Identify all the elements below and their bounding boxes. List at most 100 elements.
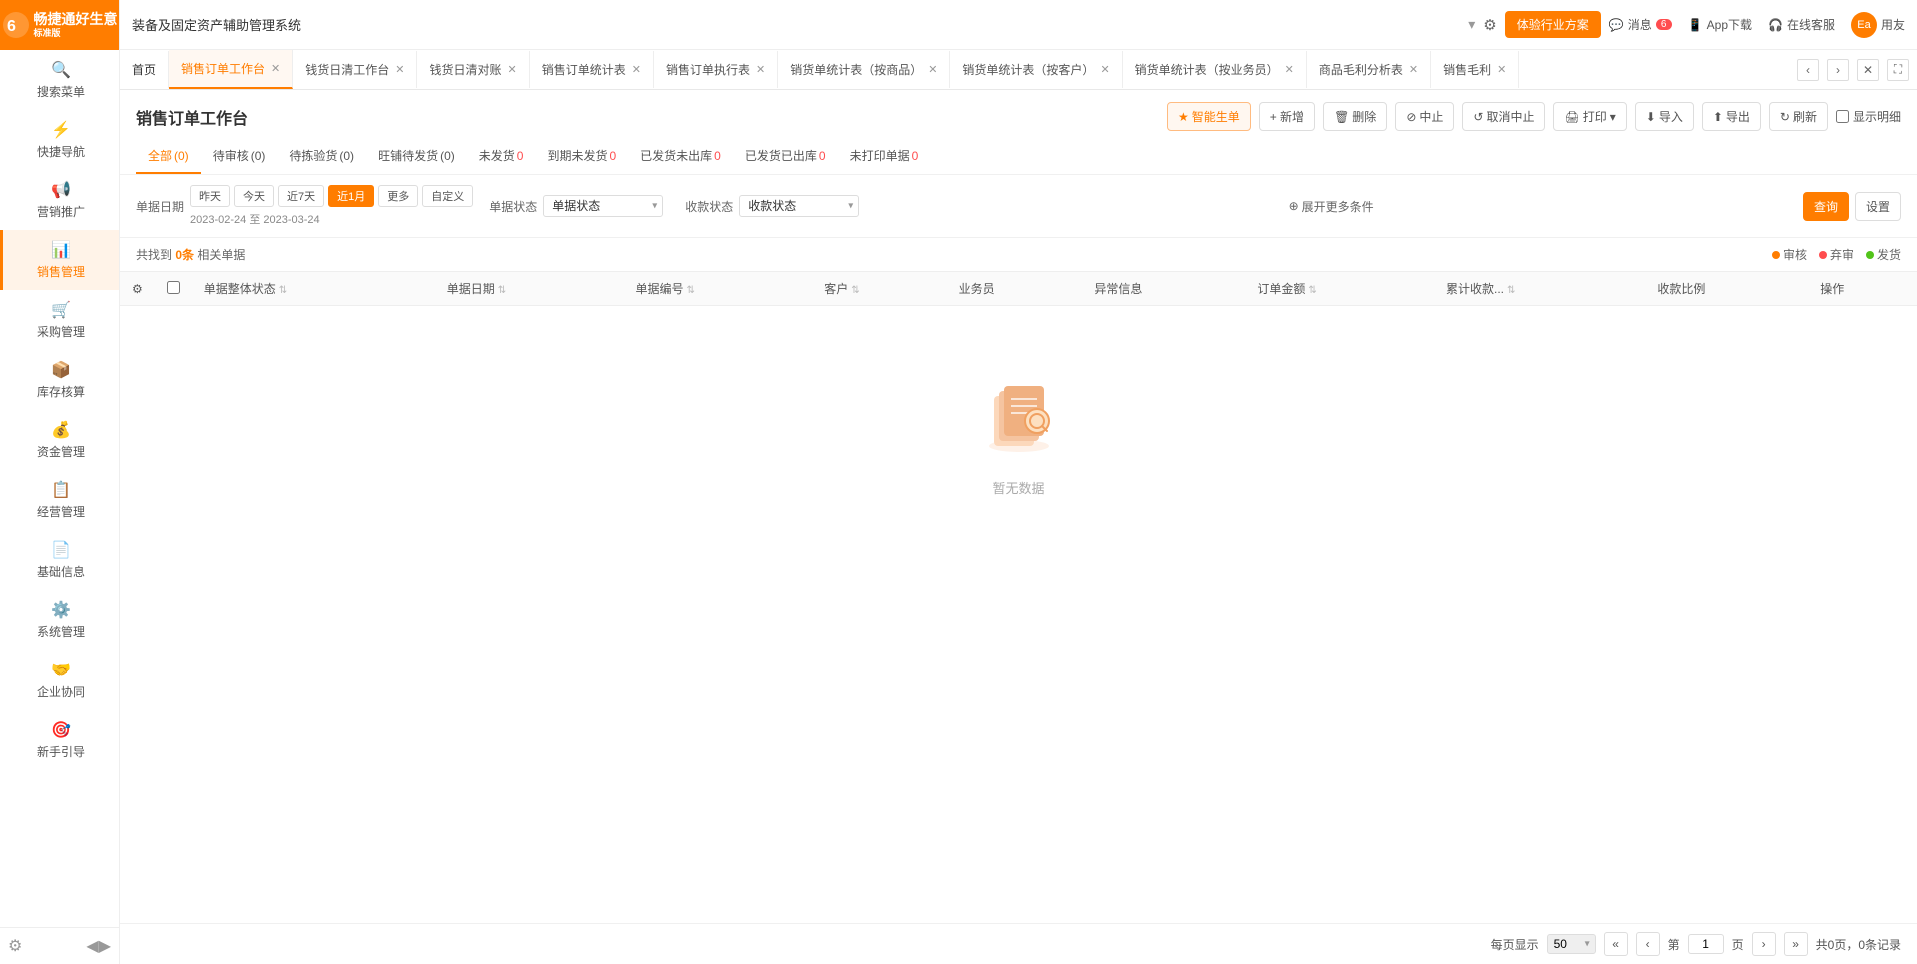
table-scroll[interactable]: ⚙ 单据整体状态⇅ 单据日期⇅ 单据编号⇅ 客户⇅ 业务员 异常信息 订单金额⇅ — [120, 271, 1917, 923]
system-title-dropdown[interactable]: ▾ — [1468, 16, 1475, 33]
tab-close-1[interactable]: ✕ — [271, 62, 280, 75]
date-custom[interactable]: 自定义 — [422, 185, 473, 207]
date-yesterday[interactable]: 昨天 — [190, 185, 230, 207]
sidebar-item-management[interactable]: 📋 经营管理 — [0, 470, 119, 530]
page-size-select[interactable]: 50 20 100 — [1547, 934, 1596, 954]
tab-goods-stats[interactable]: 销货单统计表（按商品） ✕ — [778, 51, 950, 88]
prev-page-btn[interactable]: ‹ — [1636, 932, 1660, 956]
filter-payment-item: 收款状态 收款状态 — [685, 195, 859, 217]
search-icon: 🔍 — [51, 60, 71, 80]
table-quick-actions: 审核 弃审 发货 — [1772, 246, 1901, 263]
export-btn[interactable]: ⬆ 导出 — [1702, 102, 1761, 131]
sidebar-item-purchase[interactable]: 🛒 采购管理 — [0, 290, 119, 350]
tab-fullscreen[interactable]: ⛶ — [1887, 59, 1909, 81]
next-page-btn[interactable]: › — [1752, 932, 1776, 956]
quick-ship-btn[interactable]: 发货 — [1866, 246, 1901, 263]
tab-daily-clear[interactable]: 钱货日清工作台 ✕ — [293, 51, 417, 88]
date-more[interactable]: 更多 — [378, 185, 418, 207]
import-btn[interactable]: ⬇ 导入 — [1635, 102, 1694, 131]
tab-sales-margin[interactable]: 销售毛利 ✕ — [1431, 51, 1519, 88]
date-1month[interactable]: 近1月 — [328, 185, 374, 207]
online-service-btn[interactable]: 🎧 在线客服 — [1768, 16, 1835, 33]
refresh-btn[interactable]: ↻ 刷新 — [1769, 102, 1828, 131]
page-input[interactable] — [1688, 934, 1724, 954]
data-table: ⚙ 单据整体状态⇅ 单据日期⇅ 单据编号⇅ 客户⇅ 业务员 异常信息 订单金额⇅ — [120, 271, 1917, 306]
tab-close-4[interactable]: ✕ — [632, 63, 641, 76]
status-select[interactable]: 单据状态 — [543, 195, 663, 217]
subtab-pending-inspect[interactable]: 待拣验货(0) — [277, 139, 366, 174]
collapse-sidebar-btn[interactable]: ◀▶ — [86, 936, 111, 956]
tab-close-5[interactable]: ✕ — [756, 63, 765, 76]
cancel-stop-btn[interactable]: ↺ 取消中止 — [1462, 102, 1545, 131]
tab-sales-stats[interactable]: 销售订单统计表 ✕ — [530, 51, 654, 88]
app-logo: 6 畅捷通好生意 标准版 — [0, 0, 119, 50]
subtab-shipped-outstocked[interactable]: 已发货已出库0 — [733, 139, 838, 174]
select-all-checkbox[interactable] — [167, 281, 180, 294]
tab-close-6[interactable]: ✕ — [928, 63, 937, 76]
smart-create-btn[interactable]: ★ 智能生单 — [1167, 102, 1251, 131]
date-today[interactable]: 今天 — [234, 185, 274, 207]
trial-btn[interactable]: 体验行业方案 — [1505, 11, 1601, 38]
query-btn[interactable]: 查询 — [1803, 192, 1849, 221]
subtab-all[interactable]: 全部(0) — [136, 139, 201, 174]
delete-icon: 🗑 — [1334, 110, 1349, 124]
sidebar-item-guide[interactable]: 🎯 新手引导 — [0, 710, 119, 770]
subtab-shop-pending-ship[interactable]: 旺铺待发货(0) — [366, 139, 467, 174]
tab-close-8[interactable]: ✕ — [1285, 63, 1294, 76]
purchase-icon: 🛒 — [51, 300, 71, 320]
new-btn[interactable]: + 新增 — [1259, 102, 1315, 131]
tab-close-2[interactable]: ✕ — [395, 63, 404, 76]
expand-filter-btn[interactable]: ⊕ 展开更多条件 — [1289, 198, 1374, 215]
subtab-pending-review[interactable]: 待审核(0) — [201, 139, 278, 174]
tab-reconcile[interactable]: 钱货日清对账 ✕ — [417, 51, 529, 88]
sidebar-item-finance[interactable]: 💰 资金管理 — [0, 410, 119, 470]
sidebar-item-inventory[interactable]: 📦 库存核算 — [0, 350, 119, 410]
quick-unreview-btn[interactable]: 弃审 — [1819, 246, 1854, 263]
marketing-icon: 📢 — [51, 180, 71, 200]
show-detail-checkbox[interactable] — [1836, 110, 1849, 123]
print-btn[interactable]: 🖨 打印 ▾ — [1553, 102, 1626, 131]
sidebar-item-system[interactable]: ⚙️ 系统管理 — [0, 590, 119, 650]
subtab-not-printed[interactable]: 未打印单据0 — [838, 139, 931, 174]
topbar-gear-icon[interactable]: ⚙ — [1483, 16, 1496, 34]
delete-btn[interactable]: 🗑 删除 — [1323, 102, 1387, 131]
tab-staff-stats[interactable]: 销货单统计表（按业务员） ✕ — [1123, 51, 1307, 88]
date-filter-label: 单据日期 — [136, 198, 184, 215]
tab-customer-stats[interactable]: 销货单统计表（按客户） ✕ — [950, 51, 1122, 88]
tab-sales-exec[interactable]: 销售订单执行表 ✕ — [654, 51, 778, 88]
subtab-overdue-not-shipped[interactable]: 到期未发货0 — [535, 139, 628, 174]
filter-settings-btn[interactable]: 设置 — [1855, 192, 1901, 221]
user-menu-btn[interactable]: Ea 用友 — [1851, 12, 1905, 38]
sidebar-item-marketing[interactable]: 📢 营销推广 — [0, 170, 119, 230]
tab-close-3[interactable]: ✕ — [508, 63, 517, 76]
subtab-not-shipped[interactable]: 未发货0 — [467, 139, 536, 174]
sidebar-item-search[interactable]: 🔍 搜索菜单 — [0, 50, 119, 110]
subtab-shipped-not-outstocked[interactable]: 已发货未出库0 — [628, 139, 733, 174]
tab-close-7[interactable]: ✕ — [1100, 63, 1109, 76]
tab-sales-order-workbench[interactable]: 销售订单工作台 ✕ — [169, 50, 293, 89]
sidebar-item-sales[interactable]: 📊 销售管理 — [0, 230, 119, 290]
first-page-btn[interactable]: « — [1604, 932, 1628, 956]
sidebar-nav: 🔍 搜索菜单 ⚡ 快捷导航 📢 营销推广 📊 销售管理 🛒 采购管理 📦 库存核… — [0, 50, 119, 927]
app-download-btn[interactable]: 📱 App下载 — [1688, 16, 1752, 33]
cancel-stop-icon: ↺ — [1473, 110, 1483, 124]
sidebar-item-basic[interactable]: 📄 基础信息 — [0, 530, 119, 590]
tab-home[interactable]: 首页 — [120, 51, 169, 88]
tab-scroll-right[interactable]: › — [1827, 59, 1849, 81]
tab-close-9[interactable]: ✕ — [1409, 63, 1418, 76]
message-btn[interactable]: 💬 消息 6 — [1609, 16, 1672, 33]
tab-close-current[interactable]: ✕ — [1857, 59, 1879, 81]
settings-bottom-btn[interactable]: ⚙ — [8, 936, 22, 956]
tab-close-10[interactable]: ✕ — [1497, 63, 1506, 76]
ship-dot — [1866, 251, 1874, 259]
last-page-btn[interactable]: » — [1784, 932, 1808, 956]
stop-btn[interactable]: ⊘ 中止 — [1395, 102, 1454, 131]
payment-select[interactable]: 收款状态 — [739, 195, 859, 217]
tab-scroll-left[interactable]: ‹ — [1797, 59, 1819, 81]
sidebar-item-enterprise[interactable]: 🤝 企业协同 — [0, 650, 119, 710]
tab-gross-profit[interactable]: 商品毛利分析表 ✕ — [1307, 51, 1431, 88]
show-detail-label[interactable]: 显示明细 — [1836, 108, 1901, 125]
sidebar-item-quicknav[interactable]: ⚡ 快捷导航 — [0, 110, 119, 170]
quick-review-btn[interactable]: 审核 — [1772, 246, 1807, 263]
date-7days[interactable]: 近7天 — [278, 185, 324, 207]
